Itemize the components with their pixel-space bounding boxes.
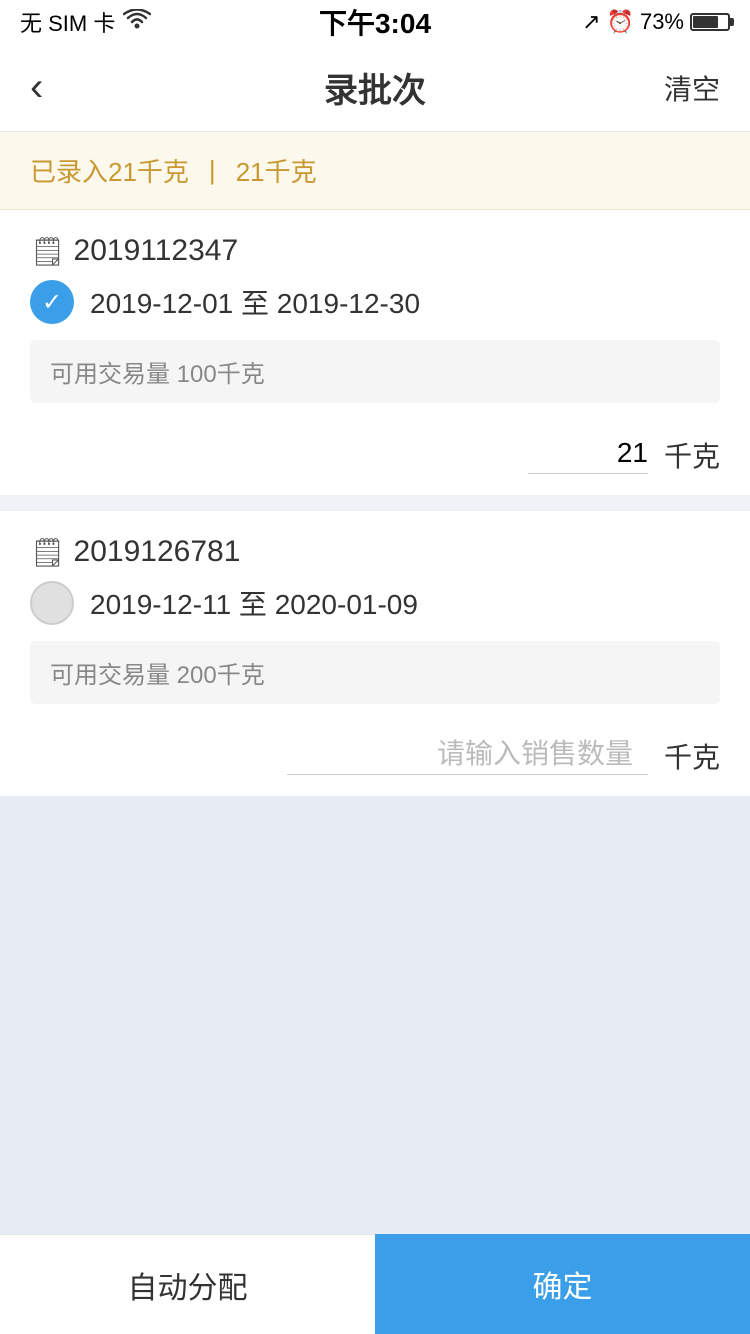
available-qty-2: 可用交易量 200千克 [30, 641, 720, 704]
available-qty-1: 可用交易量 100千克 [30, 340, 720, 403]
section-separator [0, 495, 750, 511]
wifi-icon [123, 9, 151, 35]
batch-date-row-2: 2019-12-11 至 2020-01-09 [30, 581, 720, 625]
back-button[interactable]: ‹ [30, 65, 43, 110]
status-left: 无 SIM 卡 [20, 6, 151, 38]
summary-divider: | [209, 155, 216, 186]
auto-distribute-button[interactable]: 自动分配 [0, 1234, 375, 1334]
empty-area [0, 796, 750, 1256]
batch-item-2: 🗒 2019126781 2019-12-11 至 2020-01-09 可用交… [0, 511, 750, 796]
bottom-buttons: 自动分配 确定 [0, 1234, 750, 1334]
batch-date-1: 2019-12-01 至 2019-12-30 [90, 282, 420, 322]
qty-value-1: 21 [528, 437, 648, 474]
batch-id-2: 2019126781 [74, 535, 241, 569]
radio-btn-1[interactable]: ✓ [30, 280, 74, 324]
input-row-2: 千克 [0, 720, 750, 796]
qty-input-2[interactable] [287, 738, 648, 775]
confirm-button[interactable]: 确定 [375, 1234, 750, 1334]
batch-date-row-1: ✓ 2019-12-01 至 2019-12-30 [30, 280, 720, 324]
batch-id-1: 2019112347 [74, 234, 239, 268]
recorded-text: 已录入21千克 [30, 152, 189, 189]
alarm-icon: ⏰ [607, 9, 634, 35]
battery-percent: 73% [640, 9, 684, 35]
checkmark-1: ✓ [42, 288, 62, 317]
batch-doc-icon-1: 🗒 [30, 235, 66, 268]
qty-unit-2: 千克 [664, 736, 720, 776]
qty-unit-1: 千克 [664, 435, 720, 475]
clear-button[interactable]: 清空 [664, 68, 720, 108]
carrier-text: 无 SIM 卡 [20, 6, 115, 38]
status-right: ↗ ⏰ 73% [582, 9, 730, 35]
batch-doc-icon-2: 🗒 [30, 536, 66, 569]
batch-date-2: 2019-12-11 至 2020-01-09 [90, 583, 418, 623]
radio-btn-2[interactable] [30, 581, 74, 625]
batch-item-1: 🗒 2019112347 ✓ 2019-12-01 至 2019-12-30 可… [0, 210, 750, 495]
location-icon: ↗ [582, 9, 600, 35]
battery-icon [690, 13, 730, 31]
summary-bar: 已录入21千克 | 21千克 [0, 132, 750, 210]
nav-bar: ‹ 录批次 清空 [0, 44, 750, 132]
batch-id-row-1: 🗒 2019112347 [30, 234, 720, 268]
qty-row-1: 21 千克 [0, 419, 750, 495]
batch-id-row-2: 🗒 2019126781 [30, 535, 720, 569]
page-title: 录批次 [324, 63, 426, 112]
qty-number-1: 21 [617, 437, 648, 468]
total-text: 21千克 [236, 152, 317, 189]
status-time: 下午3:04 [319, 2, 431, 42]
status-bar: 无 SIM 卡 下午3:04 ↗ ⏰ 73% [0, 0, 750, 44]
